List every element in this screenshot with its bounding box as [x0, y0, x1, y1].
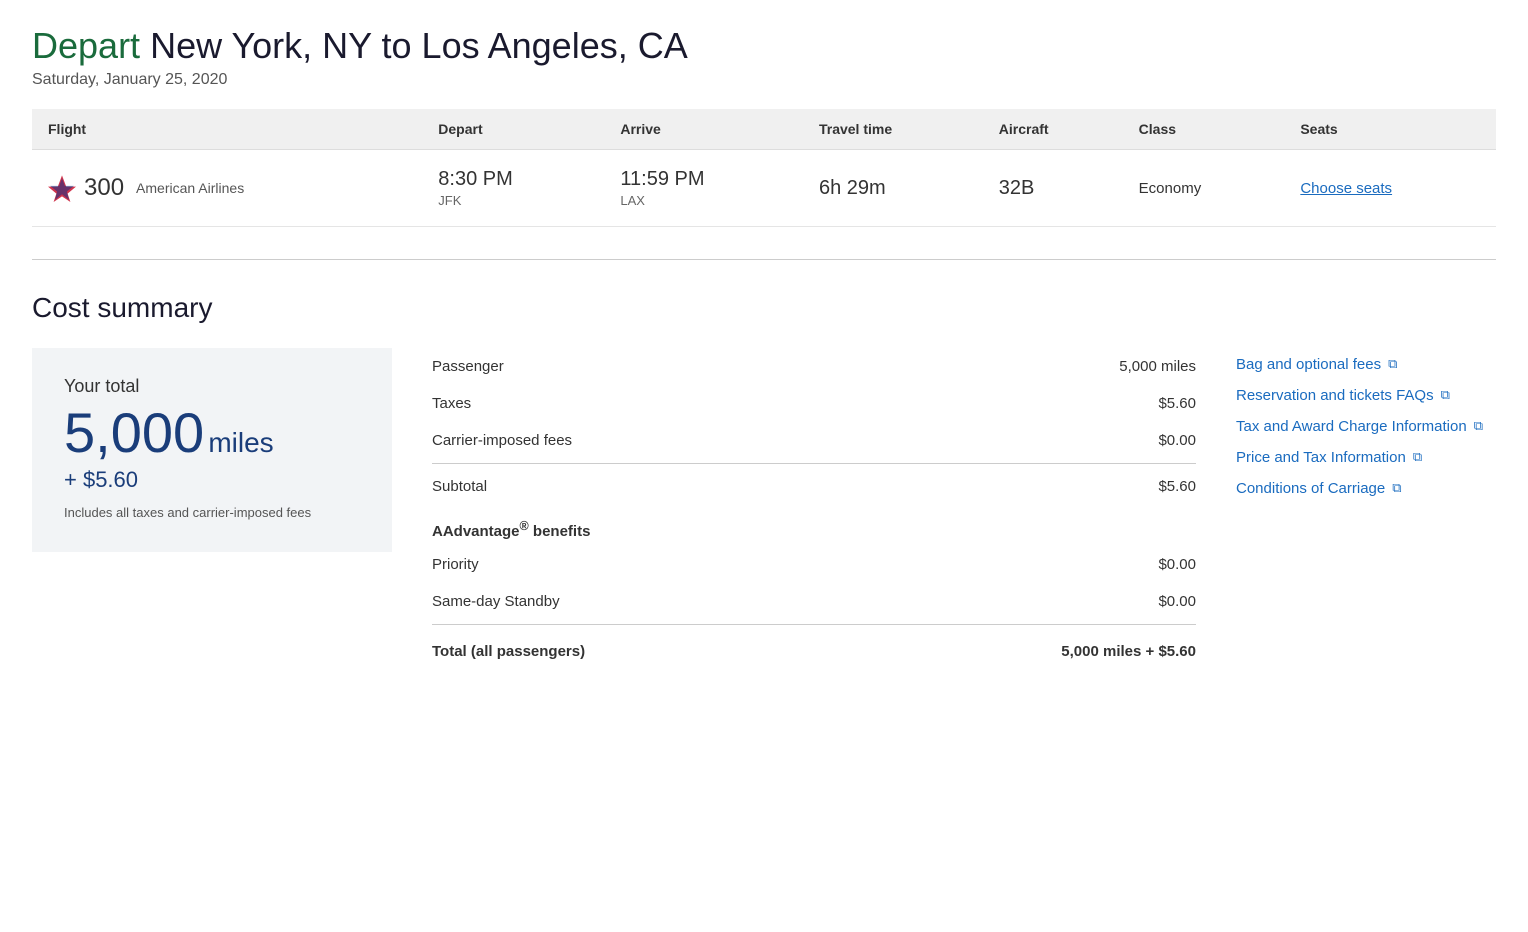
bag-fees-label: Bag and optional fees [1236, 356, 1381, 373]
travel-time-cell: 6h 29m [803, 150, 983, 227]
table-header-row: Flight Depart Arrive Travel time Aircraf… [32, 109, 1496, 150]
flight-number: 300 [84, 174, 124, 202]
carrier-fees-value: $0.00 [1158, 432, 1196, 449]
total-miles-display: 5,000 miles [64, 405, 360, 461]
travel-time-value: 6h 29m [819, 177, 886, 199]
subtotal-value: $5.60 [1158, 478, 1196, 495]
standby-value: $0.00 [1158, 593, 1196, 610]
total-miles-word: miles [208, 427, 273, 458]
col-seats: Seats [1284, 109, 1496, 150]
priority-label: Priority [432, 556, 479, 573]
section-divider [32, 259, 1496, 260]
links-panel: Bag and optional fees ⧉ Reservation and … [1236, 348, 1496, 664]
cost-summary-layout: Your total 5,000 miles + $5.60 Includes … [32, 348, 1496, 664]
seats-cell: Choose seats [1284, 150, 1496, 227]
priority-row: Priority $0.00 [432, 546, 1196, 583]
your-total-label: Your total [64, 376, 360, 397]
choose-seats-link[interactable]: Choose seats [1300, 180, 1392, 197]
passenger-value: 5,000 miles [1119, 358, 1196, 375]
details-and-links: Passenger 5,000 miles Taxes $5.60 Carrie… [432, 348, 1496, 664]
class-cell: Economy [1123, 150, 1285, 227]
bag-fees-link[interactable]: Bag and optional fees ⧉ [1236, 356, 1496, 373]
aircraft-value: 32B [999, 177, 1035, 199]
price-tax-info-external-icon: ⧉ [1413, 449, 1422, 465]
arrive-cell: 11:59 PM LAX [604, 150, 803, 227]
priority-value: $0.00 [1158, 556, 1196, 573]
total-row: Total (all passengers) 5,000 miles + $5.… [432, 629, 1196, 664]
tax-award-label: Tax and Award Charge Information [1236, 418, 1467, 435]
tax-award-external-icon: ⧉ [1474, 418, 1483, 434]
standby-row: Same-day Standby $0.00 [432, 583, 1196, 620]
benefits-title: AAdvantage® benefits [432, 505, 1196, 546]
route-text: New York, NY to Los Angeles, CA [150, 25, 688, 66]
total-miles-number: 5,000 [64, 401, 204, 464]
col-flight: Flight [32, 109, 422, 150]
cost-summary-title: Cost summary [32, 292, 1496, 324]
arrive-time: 11:59 PM [620, 168, 787, 191]
total-note: Includes all taxes and carrier-imposed f… [64, 505, 360, 520]
table-row: 300 American Airlines 8:30 PM JFK 11:59 … [32, 150, 1496, 227]
standby-label: Same-day Standby [432, 593, 560, 610]
passenger-row: Passenger 5,000 miles [432, 348, 1196, 385]
airline-logo-icon [48, 174, 76, 202]
subtotal-row: Subtotal $5.60 [432, 468, 1196, 505]
depart-cell: 8:30 PM JFK [422, 150, 604, 227]
depart-word: Depart [32, 25, 140, 66]
tax-award-link[interactable]: Tax and Award Charge Information ⧉ [1236, 418, 1496, 435]
flight-cell: 300 American Airlines [32, 150, 422, 227]
col-travel-time: Travel time [803, 109, 983, 150]
total-value: 5,000 miles + $5.60 [1061, 643, 1196, 660]
subtotal-divider [432, 463, 1196, 464]
your-total-box: Your total 5,000 miles + $5.60 Includes … [32, 348, 392, 552]
taxes-value: $5.60 [1158, 395, 1196, 412]
conditions-of-carriage-external-icon: ⧉ [1392, 480, 1401, 496]
flight-date: Saturday, January 25, 2020 [32, 71, 1496, 89]
total-label: Total (all passengers) [432, 643, 585, 660]
subtotal-label: Subtotal [432, 478, 487, 495]
reservation-faqs-link[interactable]: Reservation and tickets FAQs ⧉ [1236, 387, 1496, 404]
passenger-label: Passenger [432, 358, 504, 375]
bag-fees-external-icon: ⧉ [1388, 356, 1397, 372]
airline-name: American Airlines [136, 180, 244, 196]
aircraft-cell: 32B [983, 150, 1123, 227]
col-class: Class [1123, 109, 1285, 150]
reservation-faqs-label: Reservation and tickets FAQs [1236, 387, 1434, 404]
reservation-faqs-external-icon: ⧉ [1441, 387, 1450, 403]
arrive-airport: LAX [620, 193, 787, 208]
depart-airport: JFK [438, 193, 588, 208]
conditions-of-carriage-link[interactable]: Conditions of Carriage ⧉ [1236, 480, 1496, 497]
price-tax-info-link[interactable]: Price and Tax Information ⧉ [1236, 449, 1496, 466]
depart-time: 8:30 PM [438, 168, 588, 191]
total-cash: + $5.60 [64, 467, 360, 493]
flight-table: Flight Depart Arrive Travel time Aircraf… [32, 109, 1496, 227]
carrier-fees-label: Carrier-imposed fees [432, 432, 572, 449]
class-value: Economy [1139, 180, 1202, 197]
taxes-row: Taxes $5.60 [432, 385, 1196, 422]
col-arrive: Arrive [604, 109, 803, 150]
cost-details: Passenger 5,000 miles Taxes $5.60 Carrie… [432, 348, 1196, 664]
taxes-label: Taxes [432, 395, 471, 412]
carrier-fees-row: Carrier-imposed fees $0.00 [432, 422, 1196, 459]
price-tax-info-label: Price and Tax Information [1236, 449, 1406, 466]
col-depart: Depart [422, 109, 604, 150]
col-aircraft: Aircraft [983, 109, 1123, 150]
conditions-of-carriage-label: Conditions of Carriage [1236, 480, 1385, 497]
total-divider [432, 624, 1196, 625]
page-title: Depart New York, NY to Los Angeles, CA [32, 24, 1496, 67]
